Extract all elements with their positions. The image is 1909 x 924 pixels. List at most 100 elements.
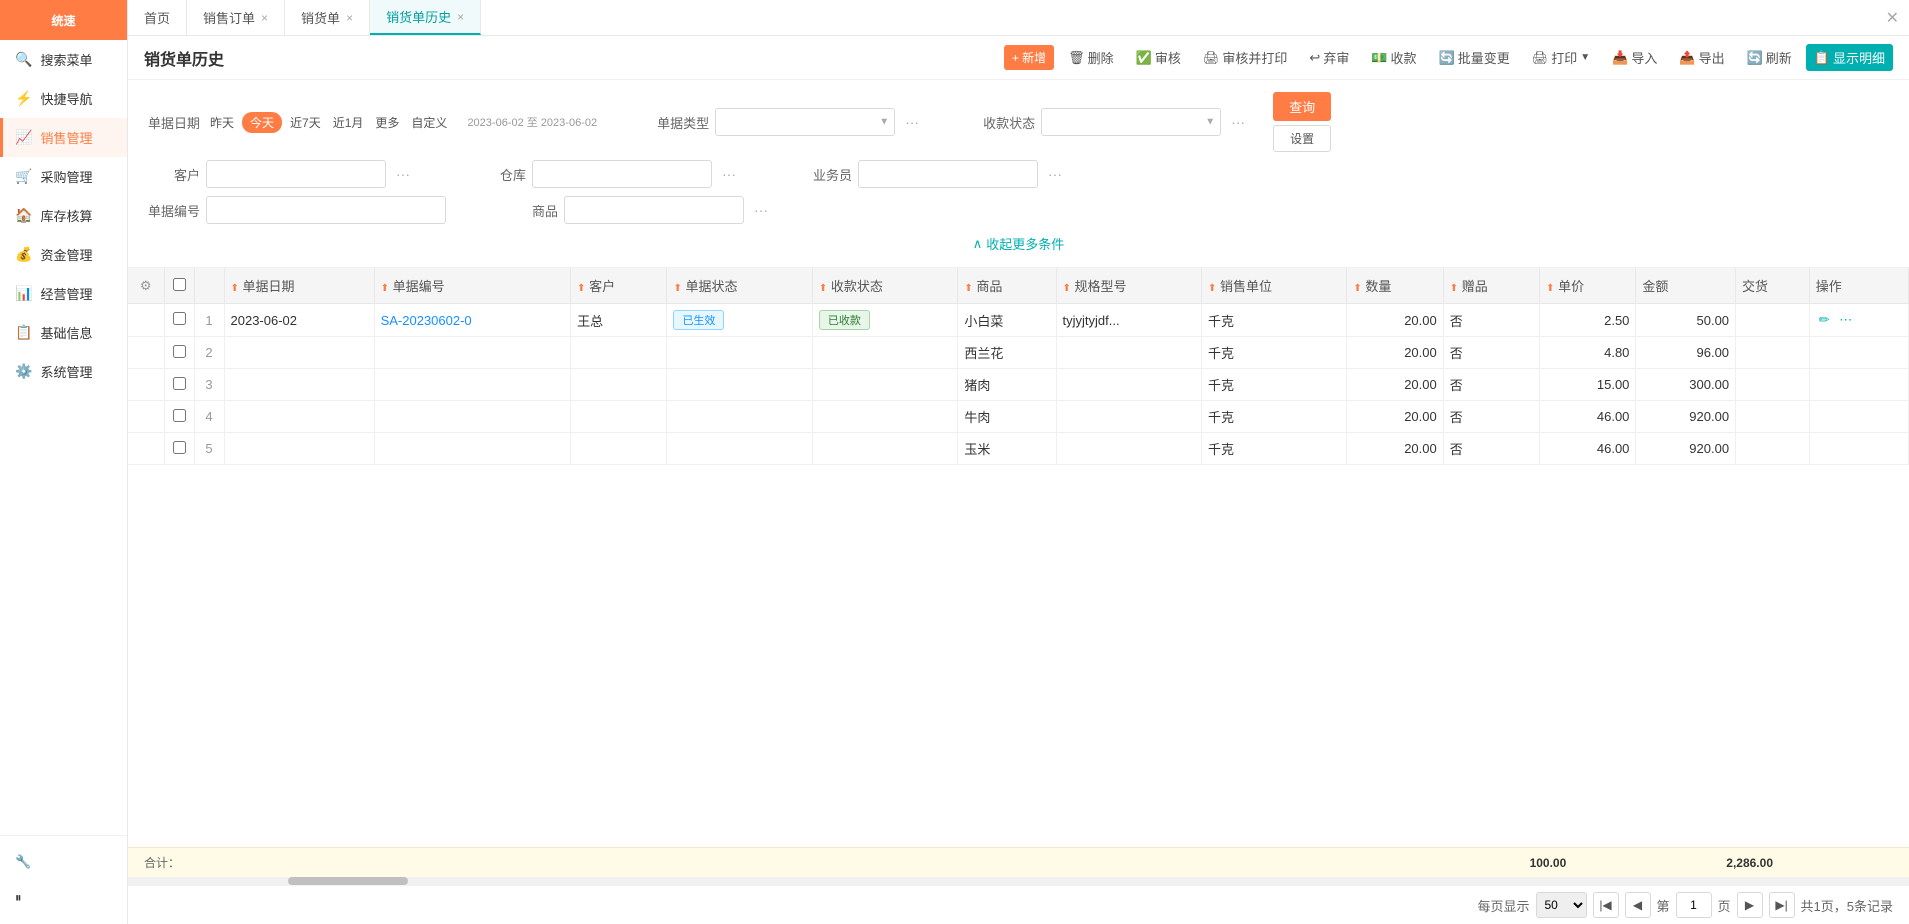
- sidebar-item-purchase-mgmt[interactable]: 🛒 采购管理: [0, 157, 127, 196]
- col-doc-status[interactable]: ⬆ 单据状态: [667, 268, 812, 304]
- table-row[interactable]: 5 玉米 千克 20.00 否 46.00 920.00: [128, 433, 1909, 465]
- col-settings[interactable]: ⚙: [128, 268, 164, 304]
- customer-ellipsis[interactable]: ···: [392, 166, 414, 182]
- collect-status-ellipsis[interactable]: ···: [1227, 114, 1249, 130]
- prev-page-button[interactable]: ◀: [1625, 892, 1651, 918]
- row-number[interactable]: [374, 401, 571, 433]
- row-actions[interactable]: [1809, 369, 1908, 401]
- audit-print-button[interactable]: 🖨 审核并打印: [1195, 44, 1296, 71]
- row-checkbox[interactable]: [173, 441, 186, 454]
- doc-type-select[interactable]: [715, 108, 895, 136]
- col-goods[interactable]: ⬆ 商品: [958, 268, 1056, 304]
- sidebar-pause-btn[interactable]: ⏸: [0, 880, 127, 916]
- col-sales-unit[interactable]: ⬆ 销售单位: [1201, 268, 1346, 304]
- salesperson-ellipsis[interactable]: ···: [1044, 166, 1066, 182]
- row-checkbox-cell[interactable]: [164, 433, 194, 465]
- sidebar-item-inventory[interactable]: 🏠 库存核算: [0, 196, 127, 235]
- warehouse-input[interactable]: [532, 160, 712, 188]
- row-checkbox[interactable]: [173, 312, 186, 325]
- warehouse-ellipsis[interactable]: ···: [718, 166, 740, 182]
- row-number[interactable]: SA-20230602-0: [374, 304, 571, 337]
- row-checkbox-cell[interactable]: [164, 401, 194, 433]
- doc-type-ellipsis[interactable]: ···: [901, 114, 923, 130]
- date-shortcut-custom[interactable]: 自定义: [407, 112, 451, 133]
- sidebar-item-sales-mgmt[interactable]: 📈 销售管理: [0, 118, 127, 157]
- row-checkbox-cell[interactable]: [164, 304, 194, 337]
- table-row[interactable]: 4 牛肉 千克 20.00 否 46.00 920.00: [128, 401, 1909, 433]
- goods-ellipsis[interactable]: ···: [750, 202, 772, 218]
- scrollbar-thumb[interactable]: [288, 877, 408, 885]
- collect-status-select[interactable]: [1041, 108, 1221, 136]
- batch-change-button[interactable]: 🔄 批量变更: [1431, 44, 1518, 71]
- table-row[interactable]: 3 猪肉 千克 20.00 否 15.00 300.00: [128, 369, 1909, 401]
- sidebar-item-quick-nav[interactable]: ⚡ 快捷导航: [0, 79, 127, 118]
- doc-number-link[interactable]: SA-20230602-0: [381, 313, 472, 328]
- table-container[interactable]: ⚙ ⬆ 单据日期 ⬆ 单据编号 ⬆ 客户 ⬆ 单据状态 ⬆ 收款状态 ⬆ 商品 …: [128, 268, 1909, 847]
- row-number[interactable]: [374, 433, 571, 465]
- date-shortcut-more[interactable]: 更多: [371, 112, 403, 133]
- date-shortcut-today[interactable]: 今天: [242, 112, 282, 133]
- col-checkbox[interactable]: [164, 268, 194, 304]
- tab-sales-goods[interactable]: 销货单 ×: [285, 0, 370, 35]
- sidebar-item-finance-mgmt[interactable]: 💰 资金管理: [0, 235, 127, 274]
- filter-settings-button[interactable]: 设置: [1273, 125, 1331, 152]
- table-row[interactable]: 2 西兰花 千克 20.00 否 4.80 96.00: [128, 337, 1909, 369]
- row-number[interactable]: [374, 369, 571, 401]
- refresh-button[interactable]: 🔄 刷新: [1739, 44, 1800, 71]
- window-close-btn[interactable]: ✕: [1876, 8, 1909, 28]
- doc-number-input[interactable]: [206, 196, 446, 224]
- row-actions[interactable]: [1809, 337, 1908, 369]
- collect-button[interactable]: 💵 收款: [1363, 44, 1424, 71]
- tab-sales-history-close[interactable]: ×: [457, 10, 464, 24]
- sidebar-item-ops-mgmt[interactable]: 📊 经营管理: [0, 274, 127, 313]
- date-shortcut-1month[interactable]: 近1月: [329, 112, 368, 133]
- last-page-button[interactable]: ▶|: [1769, 892, 1795, 918]
- delete-button[interactable]: 🗑 删除: [1060, 44, 1122, 71]
- col-gift[interactable]: ⬆ 赠品: [1443, 268, 1539, 304]
- col-unit-price[interactable]: ⬆ 单价: [1540, 268, 1636, 304]
- row-checkbox[interactable]: [173, 409, 186, 422]
- col-quantity[interactable]: ⬆ 数量: [1347, 268, 1443, 304]
- goods-input[interactable]: [564, 196, 744, 224]
- horizontal-scrollbar[interactable]: [128, 877, 1909, 885]
- row-actions[interactable]: ✏ ⋯: [1809, 304, 1908, 337]
- salesperson-input[interactable]: [858, 160, 1038, 188]
- col-customer[interactable]: ⬆ 客户: [571, 268, 667, 304]
- page-size-select[interactable]: 50 100: [1536, 892, 1587, 918]
- row-number[interactable]: [374, 337, 571, 369]
- collapse-button[interactable]: ∧ 收起更多条件: [144, 232, 1893, 255]
- edit-action[interactable]: ✏: [1816, 312, 1833, 327]
- date-shortcut-yesterday[interactable]: 昨天: [206, 112, 238, 133]
- date-shortcut-7days[interactable]: 近7天: [286, 112, 325, 133]
- import-button[interactable]: 📥 导入: [1604, 44, 1665, 71]
- first-page-button[interactable]: |◀: [1593, 892, 1619, 918]
- col-date[interactable]: ⬆ 单据日期: [224, 268, 374, 304]
- col-collect-status[interactable]: ⬆ 收款状态: [812, 268, 957, 304]
- tab-sales-order-close[interactable]: ×: [261, 11, 268, 25]
- abandon-button[interactable]: ↩ 弃审: [1301, 44, 1357, 71]
- row-checkbox[interactable]: [173, 377, 186, 390]
- row-actions[interactable]: [1809, 433, 1908, 465]
- print-button[interactable]: 🖨 打印 ▼: [1524, 44, 1598, 71]
- more-action[interactable]: ⋯: [1836, 312, 1855, 327]
- col-spec[interactable]: ⬆ 规格型号: [1056, 268, 1201, 304]
- row-checkbox-cell[interactable]: [164, 337, 194, 369]
- table-row[interactable]: 1 2023-06-02 SA-20230602-0 王总 已生效 已收款 小白…: [128, 304, 1909, 337]
- sidebar-item-sys-mgmt[interactable]: ⚙️ 系统管理: [0, 352, 127, 391]
- col-number[interactable]: ⬆ 单据编号: [374, 268, 571, 304]
- new-button[interactable]: + 新增: [1004, 45, 1054, 70]
- tab-sales-goods-close[interactable]: ×: [346, 11, 353, 25]
- sidebar-settings-btn[interactable]: 🔧: [0, 844, 127, 880]
- row-actions[interactable]: [1809, 401, 1908, 433]
- page-number-input[interactable]: [1676, 892, 1712, 918]
- tab-home[interactable]: 首页: [128, 0, 187, 35]
- next-page-button[interactable]: ▶: [1737, 892, 1763, 918]
- query-button[interactable]: 查询: [1273, 92, 1331, 121]
- row-checkbox-cell[interactable]: [164, 369, 194, 401]
- customer-input[interactable]: [206, 160, 386, 188]
- export-button[interactable]: 📤 导出: [1671, 44, 1732, 71]
- row-checkbox[interactable]: [173, 345, 186, 358]
- sidebar-item-search-menu[interactable]: 🔍 搜索菜单: [0, 40, 127, 79]
- sidebar-item-basic-info[interactable]: 📋 基础信息: [0, 313, 127, 352]
- select-all-checkbox[interactable]: [173, 278, 186, 291]
